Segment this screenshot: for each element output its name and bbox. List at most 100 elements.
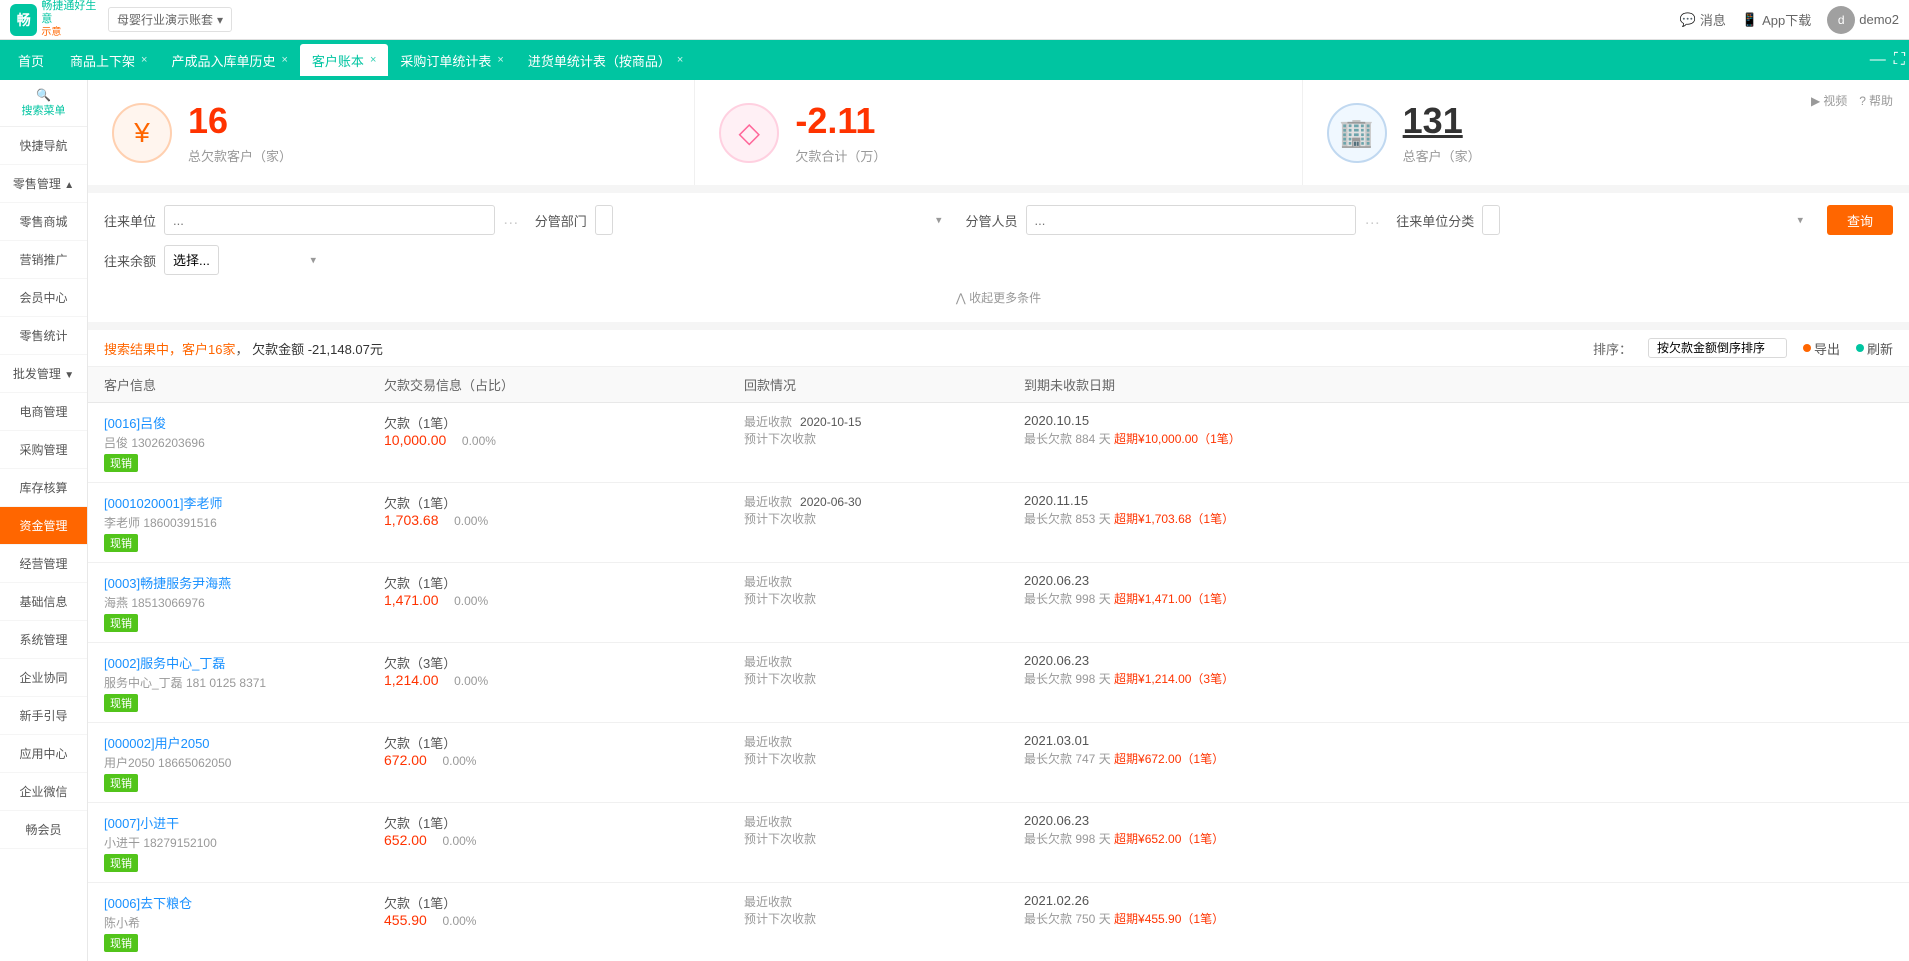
filter-category-select[interactable] bbox=[1482, 205, 1500, 235]
stat-card-debt-customers: ¥ 16 总欠款客户（家） bbox=[88, 80, 695, 185]
customer-name-link[interactable]: [0006]去下粮仓 bbox=[104, 893, 384, 912]
sidebar-search-label[interactable]: 搜索菜单 bbox=[6, 102, 81, 118]
overdue-cell: 2020.11.15 最长欠款 853 天 超期¥1,703.68（1笔） bbox=[1024, 493, 1893, 527]
stat-info-total-customers: 131 总客户（家） bbox=[1403, 100, 1481, 165]
customer-cell: [0002]服务中心_丁磊 服务中心_丁磊 181 0125 8371 现销 bbox=[104, 653, 384, 712]
sidebar-item-new-guide[interactable]: 新手引导 bbox=[0, 697, 87, 735]
overdue-cell: 2021.02.26 最长欠款 750 天 超期¥455.90（1笔） bbox=[1024, 893, 1893, 927]
stat-card-total-customers: 🏢 131 总客户（家） ▶ 视频 ? 帮助 bbox=[1303, 80, 1909, 185]
filter-balance-select[interactable]: 选择... bbox=[164, 245, 219, 275]
overdue-link[interactable]: 超期¥652.00（1笔） bbox=[1114, 832, 1224, 846]
app-download-btn[interactable]: 📱 App下载 bbox=[1742, 10, 1811, 29]
debt-amount[interactable]: 455.90 bbox=[384, 912, 427, 928]
debt-amount[interactable]: 10,000.00 bbox=[384, 432, 446, 448]
debt-pct: 0.00% bbox=[454, 514, 488, 528]
sidebar-item-enterprise-wx[interactable]: 企业微信 bbox=[0, 773, 87, 811]
customer-name-link[interactable]: [000002]用户2050 bbox=[104, 733, 384, 752]
tab-inbound-stats[interactable]: 进货单统计表（按商品） × bbox=[516, 44, 695, 76]
sidebar-item-app-center[interactable]: 应用中心 bbox=[0, 735, 87, 773]
tab-product-shelf[interactable]: 商品上下架 × bbox=[58, 44, 159, 76]
search-button[interactable]: 查询 bbox=[1827, 205, 1893, 235]
export-btn[interactable]: 导出 bbox=[1803, 339, 1840, 358]
sidebar-item-inventory[interactable]: 库存核算 bbox=[0, 469, 87, 507]
sidebar-item-marketing[interactable]: 营销推广 bbox=[0, 241, 87, 279]
overdue-link[interactable]: 超期¥1,703.68（1笔） bbox=[1114, 512, 1234, 526]
debt-count: 欠款（1笔） bbox=[384, 813, 744, 832]
customer-contact: 海燕 18513066976 bbox=[104, 594, 384, 611]
tab-close-icon[interactable]: × bbox=[370, 54, 376, 66]
tab-customer-account[interactable]: 客户账本 × bbox=[300, 44, 388, 76]
overdue-link[interactable]: 超期¥1,471.00（1笔） bbox=[1114, 592, 1234, 606]
tab-close-icon[interactable]: × bbox=[497, 54, 503, 66]
sidebar-item-capital[interactable]: 资金管理 bbox=[0, 507, 87, 545]
stat-label-total-debt: 欠款合计（万） bbox=[795, 146, 886, 165]
overdue-date: 2020.10.15 bbox=[1024, 413, 1893, 428]
debt-amount[interactable]: 1,214.00 bbox=[384, 672, 439, 688]
sidebar-item-batch-mgmt[interactable]: 批发管理 ▼ bbox=[0, 355, 87, 393]
person-dots[interactable]: … bbox=[1364, 211, 1380, 229]
col-header-overdue: 到期未收款日期 bbox=[1024, 375, 1893, 394]
customer-cell: [000002]用户2050 用户2050 18665062050 现销 bbox=[104, 733, 384, 792]
sidebar-item-retail-stats[interactable]: 零售统计 bbox=[0, 317, 87, 355]
help-btn[interactable]: ? 帮助 bbox=[1859, 92, 1893, 109]
tab-label: 产成品入库单历史 bbox=[171, 51, 275, 70]
debt-amount[interactable]: 1,471.00 bbox=[384, 592, 439, 608]
video-btn[interactable]: ▶ 视频 bbox=[1811, 92, 1847, 109]
maximize-btn[interactable]: ⛶ bbox=[1894, 51, 1905, 69]
stat-icon-total-customers: 🏢 bbox=[1327, 103, 1387, 163]
overdue-days: 最长欠款 998 天 超期¥652.00（1笔） bbox=[1024, 830, 1893, 847]
tab-close-icon[interactable]: × bbox=[677, 54, 683, 66]
minimize-btn[interactable]: — bbox=[1870, 51, 1886, 69]
customer-tag: 现销 bbox=[104, 774, 138, 792]
overdue-link[interactable]: 超期¥10,000.00（1笔） bbox=[1114, 432, 1241, 446]
tab-label: 进货单统计表（按商品） bbox=[528, 51, 671, 70]
customer-name-link[interactable]: [0007]小进干 bbox=[104, 813, 384, 832]
results-bar: 搜索结果中，客户16家， 欠款金额 -21,148.07元 排序： 按欠款金额倒… bbox=[88, 330, 1909, 367]
debt-amount[interactable]: 652.00 bbox=[384, 832, 427, 848]
refresh-btn[interactable]: 刷新 bbox=[1856, 339, 1893, 358]
store-selector[interactable]: 母婴行业演示账套 ▾ bbox=[108, 7, 232, 32]
tab-close-icon[interactable]: × bbox=[141, 54, 147, 66]
tab-purchase-order-stats[interactable]: 采购订单统计表 × bbox=[388, 44, 515, 76]
sidebar-item-retail-mall[interactable]: 零售商城 bbox=[0, 203, 87, 241]
tab-close-icon[interactable]: × bbox=[281, 54, 287, 66]
customer-name-link[interactable]: [0016]吕俊 bbox=[104, 413, 384, 432]
overdue-link[interactable]: 超期¥455.90（1笔） bbox=[1114, 912, 1224, 926]
collapse-btn[interactable]: ⋀ 收起更多条件 bbox=[104, 285, 1893, 310]
filter-dept: 分管部门 bbox=[535, 205, 950, 235]
customer-name-link[interactable]: [0001020001]李老师 bbox=[104, 493, 384, 512]
stat-top-actions: ▶ 视频 ? 帮助 bbox=[1811, 92, 1893, 109]
overdue-link[interactable]: 超期¥672.00（1笔） bbox=[1114, 752, 1224, 766]
tab-home[interactable]: 首页 bbox=[4, 44, 58, 76]
filter-dept-select[interactable] bbox=[595, 205, 613, 235]
filter-person-input[interactable] bbox=[1026, 205, 1357, 235]
sidebar-item-member[interactable]: 会员中心 bbox=[0, 279, 87, 317]
results-actions: 排序： 按欠款金额倒序排序 导出 刷新 bbox=[1593, 338, 1893, 358]
recovery-cell: 最近收款2020-06-30 预计下次收款 bbox=[744, 493, 1024, 527]
overdue-days: 最长欠款 853 天 超期¥1,703.68（1笔） bbox=[1024, 510, 1893, 527]
sidebar-item-enterprise[interactable]: 企业协同 bbox=[0, 659, 87, 697]
sidebar-item-basic-info[interactable]: 基础信息 bbox=[0, 583, 87, 621]
sidebar-search[interactable]: 🔍 搜索菜单 bbox=[0, 80, 87, 127]
overdue-link[interactable]: 超期¥1,214.00（3笔） bbox=[1114, 672, 1234, 686]
sidebar-item-system[interactable]: 系统管理 bbox=[0, 621, 87, 659]
sidebar-item-retail-mgmt[interactable]: 零售管理 ▲ bbox=[0, 165, 87, 203]
sidebar-item-purchase[interactable]: 采购管理 bbox=[0, 431, 87, 469]
debt-count: 欠款（3笔） bbox=[384, 653, 744, 672]
col-header-debt: 欠款交易信息（占比） bbox=[384, 375, 744, 394]
from-unit-dots[interactable]: … bbox=[503, 211, 519, 229]
sidebar-item-vip[interactable]: 畅会员 bbox=[0, 811, 87, 849]
message-btn[interactable]: 💬 消息 bbox=[1680, 10, 1726, 29]
sidebar-item-operations[interactable]: 经营管理 bbox=[0, 545, 87, 583]
sort-select[interactable]: 按欠款金额倒序排序 bbox=[1648, 338, 1787, 358]
customer-name-link[interactable]: [0003]畅捷服务尹海燕 bbox=[104, 573, 384, 592]
overdue-date: 2021.02.26 bbox=[1024, 893, 1893, 908]
user-avatar[interactable]: d demo2 bbox=[1827, 6, 1899, 34]
debt-amount[interactable]: 1,703.68 bbox=[384, 512, 439, 528]
sidebar-item-quick-nav[interactable]: 快捷导航 bbox=[0, 127, 87, 165]
tab-product-history[interactable]: 产成品入库单历史 × bbox=[159, 44, 299, 76]
debt-amount[interactable]: 672.00 bbox=[384, 752, 427, 768]
customer-name-link[interactable]: [0002]服务中心_丁磊 bbox=[104, 653, 384, 672]
filter-from-unit-input[interactable] bbox=[164, 205, 495, 235]
sidebar-item-ecommerce[interactable]: 电商管理 bbox=[0, 393, 87, 431]
